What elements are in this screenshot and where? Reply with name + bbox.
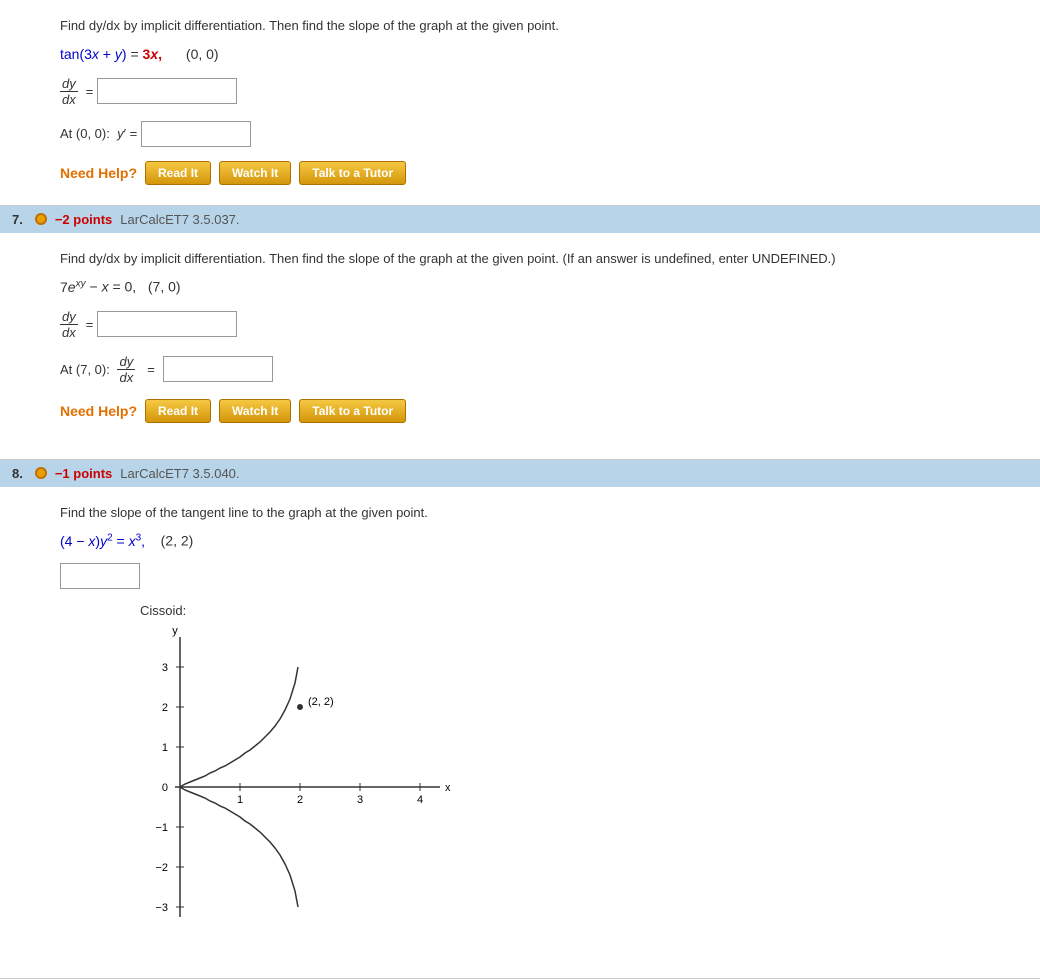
top-dydx-input[interactable] [97, 78, 237, 104]
cissoid-svg: 3 2 1 0 −1 −2 −3 [120, 622, 460, 942]
y-axis-label: y [172, 625, 178, 637]
q7-need-help: Need Help? Read It Watch It Talk to a Tu… [60, 399, 980, 423]
top-watch-button[interactable]: Watch It [219, 161, 291, 185]
xlabel-2: 2 [297, 794, 303, 806]
problem-7: 7. −2 points LarCalcET7 3.5.037. Find dy… [0, 206, 1040, 460]
q7-read-button[interactable]: Read It [145, 399, 211, 423]
q8-answer-input[interactable] [60, 563, 140, 589]
graph-point-label: (2, 2) [308, 696, 334, 708]
top-at-point-row: At (0, 0): y′ = [60, 121, 980, 147]
q7-equation: 7exy − x = 0, (7, 0) [60, 278, 980, 295]
ylabel-3: 3 [162, 662, 168, 674]
status-dot-8 [35, 467, 47, 479]
q7-watch-button[interactable]: Watch It [219, 399, 291, 423]
problem-7-header: 7. −2 points LarCalcET7 3.5.037. [0, 206, 1040, 233]
q7-at-point-row: At (7, 0): dy dx = [60, 354, 980, 385]
q7-instruction: Find dy/dx by implicit differentiation. … [60, 249, 980, 269]
top-dydx-row: dy dx = [60, 76, 980, 107]
q8-instruction: Find the slope of the tangent line to th… [60, 503, 980, 523]
q7-tutor-button[interactable]: Talk to a Tutor [299, 399, 406, 423]
xlabel-1: 1 [237, 794, 243, 806]
q8-equation: (4 − x)y2 = x3, (2, 2) [60, 532, 980, 549]
ylabel-n3: −3 [155, 902, 168, 914]
q7-dydx-row: dy dx = [60, 309, 980, 340]
q7-dydx-input[interactable] [97, 311, 237, 337]
problem-8: 8. −1 points LarCalcET7 3.5.040. Find th… [0, 460, 1040, 979]
ylabel-n2: −2 [155, 862, 168, 874]
x-axis-label: x [445, 782, 451, 794]
top-tutor-button[interactable]: Talk to a Tutor [299, 161, 406, 185]
problem-7-body: Find dy/dx by implicit differentiation. … [0, 233, 1040, 439]
top-equation: tan(3x + y) = 3x, (0, 0) [60, 46, 980, 62]
status-dot-7 [35, 213, 47, 225]
graph-title: Cissoid: [140, 603, 980, 618]
problem-8-header: 8. −1 points LarCalcET7 3.5.040. [0, 460, 1040, 487]
top-need-help: Need Help? Read It Watch It Talk to a Tu… [60, 161, 980, 185]
fraction-dydx-7-at: dy dx [117, 354, 135, 385]
fraction-dydx: dy dx [60, 76, 78, 107]
graph-point [297, 704, 303, 710]
cissoid-upper [180, 667, 298, 787]
ylabel-1: 1 [162, 742, 168, 754]
q8-graph-container: Cissoid: 3 2 [80, 603, 980, 942]
ylabel-2: 2 [162, 702, 168, 714]
top-read-button[interactable]: Read It [145, 161, 211, 185]
q8-answer-row [60, 563, 980, 589]
fraction-dydx-7: dy dx [60, 309, 78, 340]
top-yp-input[interactable] [141, 121, 251, 147]
ylabel-0: 0 [162, 782, 168, 794]
problem-8-body: Find the slope of the tangent line to th… [0, 487, 1040, 958]
top-problem: Find dy/dx by implicit differentiation. … [0, 0, 1040, 206]
xlabel-3: 3 [357, 794, 363, 806]
xlabel-4: 4 [417, 794, 423, 806]
ylabel-n1: −1 [155, 822, 168, 834]
q7-at-input[interactable] [163, 356, 273, 382]
top-instruction: Find dy/dx by implicit differentiation. … [60, 16, 980, 36]
